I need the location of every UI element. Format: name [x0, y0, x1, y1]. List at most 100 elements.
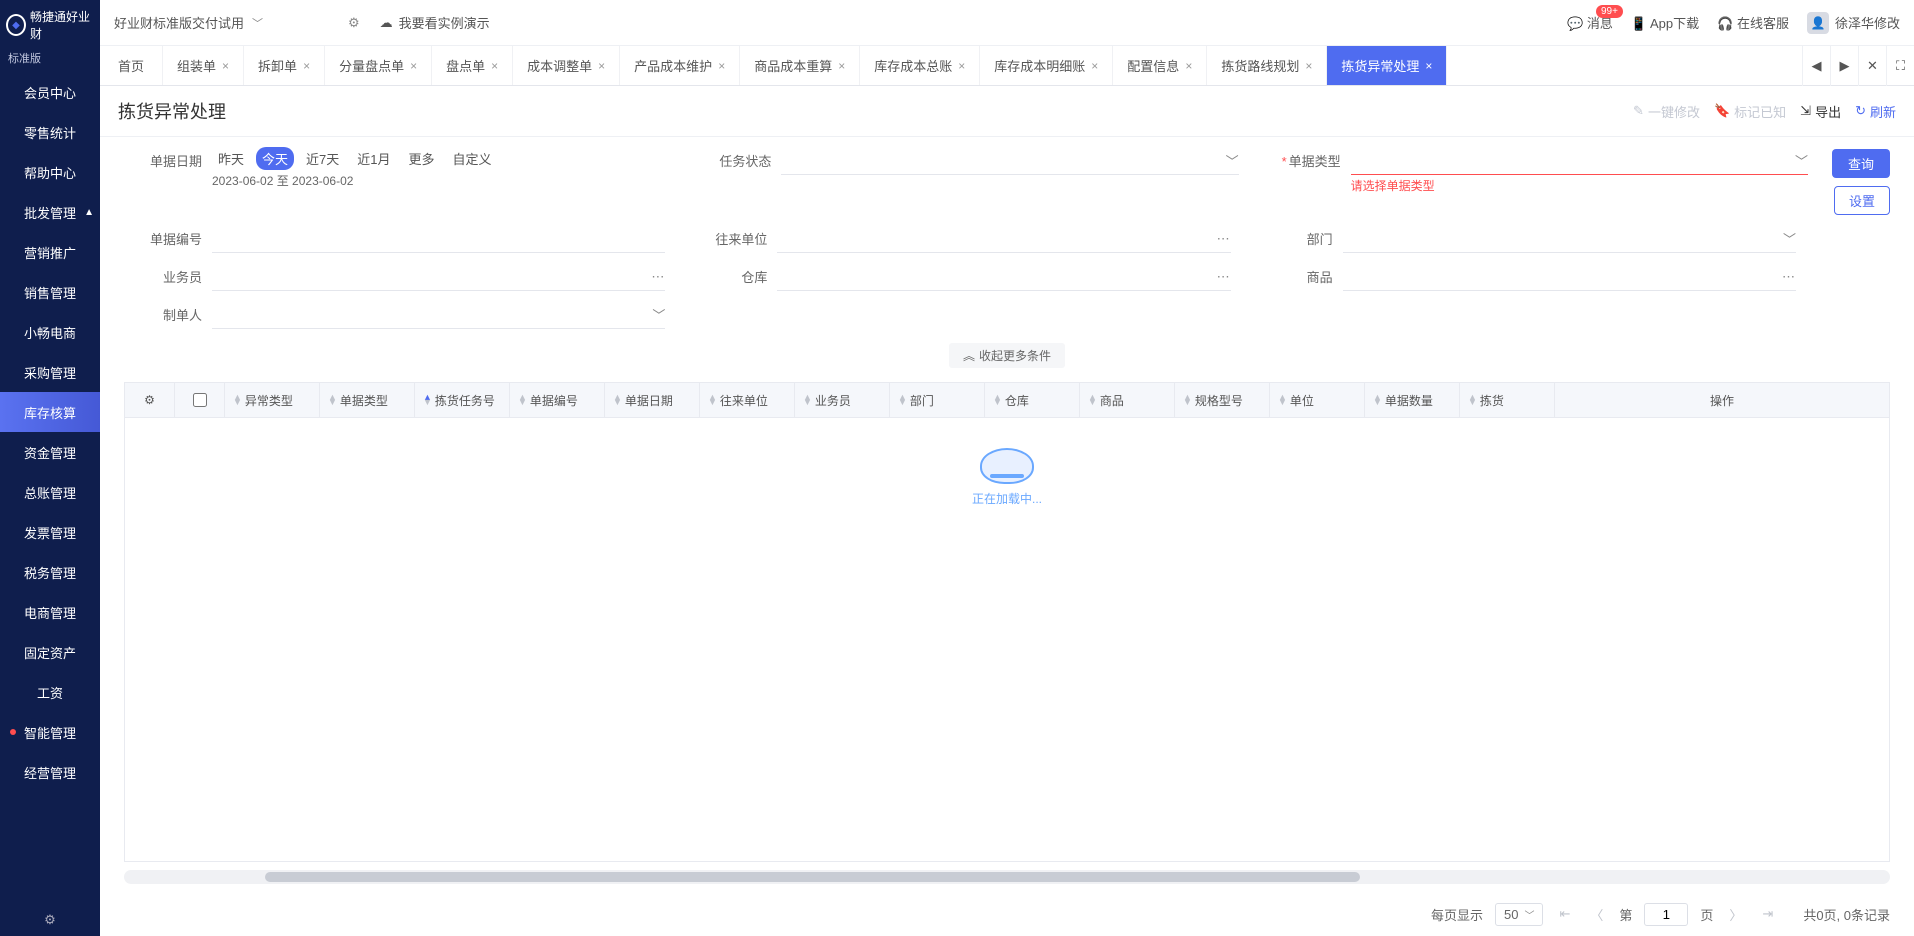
- last-page-button[interactable]: ⇥: [1758, 906, 1777, 922]
- tab[interactable]: 配置信息×: [1113, 46, 1207, 85]
- tab-home[interactable]: 首页: [100, 46, 163, 85]
- page-input[interactable]: [1644, 903, 1688, 926]
- date-option[interactable]: 今天: [256, 147, 294, 170]
- tabs-close-button[interactable]: ✕: [1858, 46, 1886, 86]
- close-icon[interactable]: ×: [1091, 59, 1098, 73]
- close-icon[interactable]: ×: [1185, 59, 1192, 73]
- sidebar-item[interactable]: 工资: [0, 672, 100, 712]
- sidebar-item[interactable]: 采购管理: [0, 352, 100, 392]
- close-icon[interactable]: ×: [410, 59, 417, 73]
- column-header[interactable]: ▲▼规格型号: [1175, 383, 1270, 417]
- date-option[interactable]: 更多: [403, 147, 441, 170]
- column-header[interactable]: ▲▼业务员: [795, 383, 890, 417]
- tab[interactable]: 拣货异常处理×: [1327, 46, 1447, 85]
- sidebar-item[interactable]: 税务管理: [0, 552, 100, 592]
- date-option[interactable]: 自定义: [447, 147, 498, 170]
- date-option[interactable]: 近7天: [300, 147, 345, 170]
- tab[interactable]: 产品成本维护×: [620, 46, 740, 85]
- next-page-button[interactable]: 〉: [1725, 905, 1746, 924]
- close-icon[interactable]: ×: [303, 59, 310, 73]
- sidebar-item[interactable]: 批发管理▲: [0, 192, 100, 232]
- tab[interactable]: 库存成本总账×: [860, 46, 980, 85]
- fullscreen-button[interactable]: ⛶: [1886, 46, 1914, 86]
- tab[interactable]: 拆卸单×: [244, 46, 325, 85]
- sidebar-item[interactable]: 发票管理: [0, 512, 100, 552]
- tab[interactable]: 库存成本明细账×: [980, 46, 1113, 85]
- tabs-next-button[interactable]: ▶: [1830, 46, 1858, 86]
- close-icon[interactable]: ×: [222, 59, 229, 73]
- env-selector[interactable]: 好业财标准版交付试用 ﹀: [114, 13, 344, 32]
- collapse-filters-button[interactable]: ︽ 收起更多条件: [949, 343, 1065, 368]
- sidebar-item[interactable]: 零售统计: [0, 112, 100, 152]
- user-menu[interactable]: 👤 徐泽华修改: [1807, 12, 1900, 34]
- tab[interactable]: 分量盘点单×: [325, 46, 432, 85]
- sidebar-item[interactable]: 电商管理: [0, 592, 100, 632]
- sidebar-item[interactable]: 会员中心: [0, 72, 100, 112]
- column-header[interactable]: ▲▼往来单位: [700, 383, 795, 417]
- tabs-prev-button[interactable]: ◀: [1802, 46, 1830, 86]
- column-header[interactable]: ▲▼商品: [1080, 383, 1175, 417]
- per-page-select[interactable]: 50 ﹀: [1495, 903, 1543, 926]
- close-icon[interactable]: ×: [1425, 59, 1432, 73]
- column-header[interactable]: ▲▼异常类型: [225, 383, 320, 417]
- date-option[interactable]: 昨天: [212, 147, 250, 170]
- first-page-button[interactable]: ⇤: [1555, 906, 1574, 922]
- creator-select[interactable]: ﹀: [212, 301, 665, 329]
- column-header[interactable]: ▲▼单据数量: [1365, 383, 1460, 417]
- doctype-select[interactable]: ﹀: [1351, 147, 1808, 175]
- partner-input[interactable]: ⋯: [777, 225, 1230, 253]
- close-icon[interactable]: ×: [1305, 59, 1312, 73]
- tab[interactable]: 组装单×: [163, 46, 244, 85]
- column-header[interactable]: ▲▼拣货: [1460, 383, 1555, 417]
- close-icon[interactable]: ×: [598, 59, 605, 73]
- message-link[interactable]: 💬 消息 99+: [1567, 13, 1613, 32]
- select-all-checkbox[interactable]: [175, 383, 225, 417]
- docno-input[interactable]: [212, 225, 665, 253]
- column-header[interactable]: ▲▼部门: [890, 383, 985, 417]
- date-option[interactable]: 近1月: [351, 147, 396, 170]
- download-link[interactable]: 📱 App下载: [1631, 13, 1699, 32]
- batch-modify-button[interactable]: ✎ 一键修改: [1633, 102, 1700, 121]
- salesman-input[interactable]: ⋯: [212, 263, 665, 291]
- close-icon[interactable]: ×: [958, 59, 965, 73]
- sidebar-item[interactable]: 营销推广: [0, 232, 100, 272]
- export-button[interactable]: ⇲ 导出: [1800, 102, 1841, 121]
- product-input[interactable]: ⋯: [1343, 263, 1796, 291]
- sidebar-item[interactable]: 小畅电商: [0, 312, 100, 352]
- dept-select[interactable]: ﹀: [1343, 225, 1796, 253]
- sidebar-item[interactable]: 固定资产: [0, 632, 100, 672]
- column-header[interactable]: ▲▼单据日期: [605, 383, 700, 417]
- gear-icon[interactable]: ⚙: [348, 15, 360, 31]
- column-header[interactable]: ▲▼单据类型: [320, 383, 415, 417]
- column-header[interactable]: ▲▼仓库: [985, 383, 1080, 417]
- sidebar-item[interactable]: 帮助中心: [0, 152, 100, 192]
- refresh-button[interactable]: ↻ 刷新: [1855, 102, 1896, 121]
- tab[interactable]: 拣货路线规划×: [1207, 46, 1327, 85]
- close-icon[interactable]: ×: [718, 59, 725, 73]
- sidebar-item[interactable]: 经营管理: [0, 752, 100, 792]
- column-header[interactable]: ▲▼单位: [1270, 383, 1365, 417]
- tab[interactable]: 成本调整单×: [513, 46, 620, 85]
- sidebar-item[interactable]: 销售管理: [0, 272, 100, 312]
- query-button[interactable]: 查询: [1832, 149, 1890, 178]
- warehouse-input[interactable]: ⋯: [777, 263, 1230, 291]
- demo-link[interactable]: ☁ 我要看实例演示: [380, 13, 490, 32]
- prev-page-button[interactable]: 〈: [1586, 905, 1607, 924]
- tab[interactable]: 商品成本重算×: [740, 46, 860, 85]
- task-status-select[interactable]: ﹀: [781, 147, 1238, 175]
- tab[interactable]: 盘点单×: [432, 46, 513, 85]
- sidebar-item[interactable]: 总账管理: [0, 472, 100, 512]
- column-header[interactable]: ▲▼单据编号: [510, 383, 605, 417]
- sidebar-settings-icon[interactable]: ⚙: [0, 904, 100, 936]
- close-icon[interactable]: ×: [838, 59, 845, 73]
- sidebar-item[interactable]: 库存核算: [0, 392, 100, 432]
- service-link[interactable]: 🎧 在线客服: [1717, 13, 1789, 32]
- column-header[interactable]: ▲▼拣货任务号: [415, 383, 510, 417]
- sidebar-item[interactable]: 资金管理: [0, 432, 100, 472]
- table-settings-button[interactable]: ⚙: [125, 383, 175, 417]
- settings-button[interactable]: 设置: [1834, 186, 1890, 215]
- mark-known-button[interactable]: 🔖 标记已知: [1714, 102, 1786, 121]
- horizontal-scrollbar[interactable]: [124, 870, 1890, 884]
- sidebar-item[interactable]: 智能管理: [0, 712, 100, 752]
- close-icon[interactable]: ×: [491, 59, 498, 73]
